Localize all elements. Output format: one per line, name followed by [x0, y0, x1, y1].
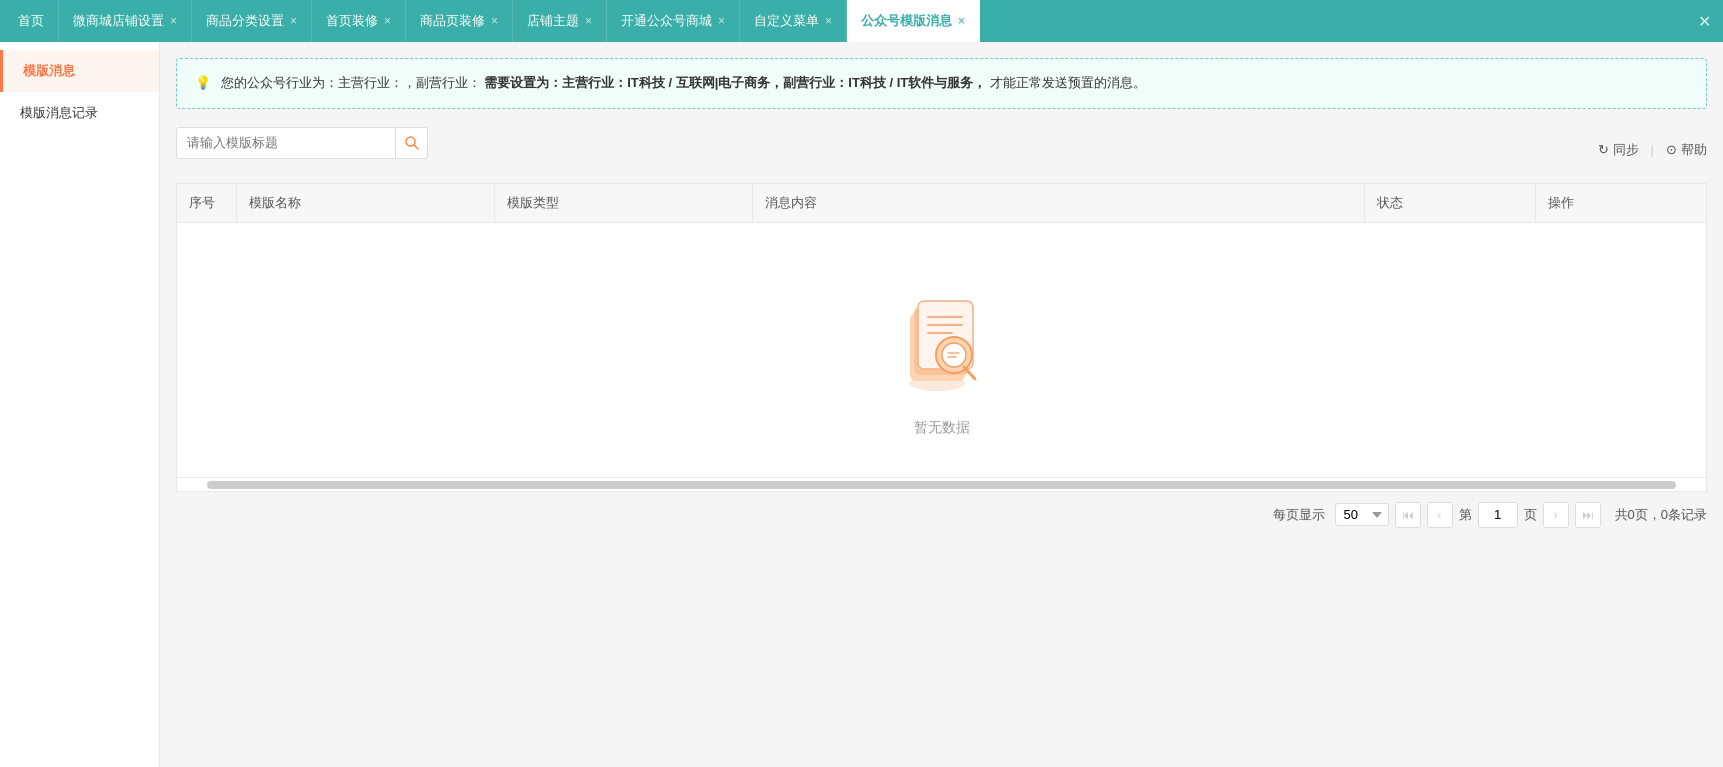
sync-label: 同步: [1613, 141, 1639, 159]
tab-category-settings[interactable]: 商品分类设置 ×: [192, 0, 312, 42]
tab-template-msg[interactable]: 公众号模版消息 ×: [847, 0, 980, 42]
tab-close-icon[interactable]: ×: [384, 14, 391, 28]
table-header-row: 序号模版名称模版类型消息内容状态操作: [177, 183, 1707, 222]
sync-button[interactable]: ↻ 同步: [1598, 141, 1639, 159]
notice-box: 💡 您的公众号行业为：主营行业：，副营行业： 需要设置为：主营行业：IT科技 /…: [176, 58, 1707, 109]
search-bar: [176, 127, 428, 159]
tab-close-icon[interactable]: ×: [585, 14, 592, 28]
search-button[interactable]: [396, 127, 428, 159]
page-size-select[interactable]: 102050100: [1335, 503, 1389, 526]
right-actions: ↻ 同步 | ⊙ 帮助: [1598, 141, 1707, 159]
page-number-input[interactable]: [1478, 502, 1518, 528]
page-size-label: 每页显示: [1273, 506, 1325, 524]
col-header-type: 模版类型: [495, 183, 753, 222]
page-suffix: 页: [1524, 506, 1537, 524]
empty-state: 暂无数据: [177, 223, 1706, 477]
tab-label: 公众号模版消息: [861, 12, 952, 30]
notice-highlight: 需要设置为：主营行业：IT科技 / 互联网|电子商务，副营行业：IT科技 / I…: [484, 75, 986, 90]
tab-home[interactable]: 首页: [4, 0, 59, 42]
tab-close-icon[interactable]: ×: [718, 14, 725, 28]
notice-prefix: 您的公众号行业为：主营行业：，副营行业：: [221, 75, 481, 90]
tab-label: 首页: [18, 12, 44, 30]
svg-line-1: [413, 145, 417, 149]
last-page-button[interactable]: ⏭: [1575, 502, 1601, 528]
empty-icon: [882, 283, 1002, 403]
page-label: 第: [1459, 506, 1472, 524]
tab-label: 首页装修: [326, 12, 378, 30]
empty-state-row: 暂无数据: [177, 222, 1707, 477]
top-nav: 首页微商城店铺设置×商品分类设置×首页装修×商品页装修×店铺主题×开通公众号商城…: [0, 0, 1723, 42]
notice-suffix: 才能正常发送预置的消息。: [990, 75, 1146, 90]
main-layout: 模版消息模版消息记录 💡 您的公众号行业为：主营行业：，副营行业： 需要设置为：…: [0, 42, 1723, 767]
help-label: 帮助: [1681, 141, 1707, 159]
tab-open-mall[interactable]: 开通公众号商城 ×: [607, 0, 740, 42]
next-page-button[interactable]: ›: [1543, 502, 1569, 528]
tab-wshop-settings[interactable]: 微商城店铺设置 ×: [59, 0, 192, 42]
tab-label: 店铺主题: [527, 12, 579, 30]
horizontal-scrollbar[interactable]: [176, 478, 1707, 492]
total-info: 共0页，0条记录: [1615, 506, 1707, 524]
content-area: 💡 您的公众号行业为：主营行业：，副营行业： 需要设置为：主营行业：IT科技 /…: [160, 42, 1723, 767]
tab-label: 微商城店铺设置: [73, 12, 164, 30]
tab-close-icon[interactable]: ×: [491, 14, 498, 28]
data-table: 序号模版名称模版类型消息内容状态操作: [176, 183, 1707, 478]
tab-label: 商品分类设置: [206, 12, 284, 30]
tab-close-icon[interactable]: ×: [958, 14, 965, 28]
col-header-seq: 序号: [177, 183, 237, 222]
first-page-button[interactable]: ⏮: [1395, 502, 1421, 528]
tab-product-decor[interactable]: 商品页装修 ×: [406, 0, 513, 42]
table-header: 序号模版名称模版类型消息内容状态操作: [177, 183, 1707, 222]
global-close-icon[interactable]: ✕: [1698, 12, 1711, 31]
col-header-content: 消息内容: [753, 183, 1365, 222]
tab-close-icon[interactable]: ×: [170, 14, 177, 28]
search-input[interactable]: [176, 127, 396, 159]
tab-close-icon[interactable]: ×: [290, 14, 297, 28]
tab-close-icon[interactable]: ×: [825, 14, 832, 28]
col-header-status: 状态: [1365, 183, 1536, 222]
empty-text: 暂无数据: [177, 419, 1706, 437]
scrollbar-thumb: [207, 481, 1676, 489]
bulb-icon: 💡: [195, 75, 211, 90]
pagination: 每页显示 102050100 ⏮ ‹ 第 页 › ⏭ 共0页，0条记录: [176, 492, 1707, 538]
actions-divider: |: [1651, 142, 1654, 157]
tab-label: 商品页装修: [420, 12, 485, 30]
help-icon: ⊙: [1666, 142, 1677, 157]
col-header-actions: 操作: [1536, 183, 1707, 222]
sidebar-item-template-msg-log[interactable]: 模版消息记录: [0, 92, 159, 134]
sidebar-item-template-msg[interactable]: 模版消息: [0, 50, 159, 92]
tab-custom-menu[interactable]: 自定义菜单 ×: [740, 0, 847, 42]
table-body: 暂无数据: [177, 222, 1707, 477]
search-icon: [405, 136, 419, 150]
tab-label: 自定义菜单: [754, 12, 819, 30]
tab-store-theme[interactable]: 店铺主题 ×: [513, 0, 607, 42]
tab-home-decor[interactable]: 首页装修 ×: [312, 0, 406, 42]
tab-label: 开通公众号商城: [621, 12, 712, 30]
sidebar: 模版消息模版消息记录: [0, 42, 160, 767]
help-button[interactable]: ⊙ 帮助: [1666, 141, 1707, 159]
top-actions-row: ↻ 同步 | ⊙ 帮助: [176, 127, 1707, 173]
col-header-name: 模版名称: [237, 183, 495, 222]
sync-icon: ↻: [1598, 142, 1609, 157]
prev-page-button[interactable]: ‹: [1427, 502, 1453, 528]
svg-point-10: [942, 343, 966, 367]
